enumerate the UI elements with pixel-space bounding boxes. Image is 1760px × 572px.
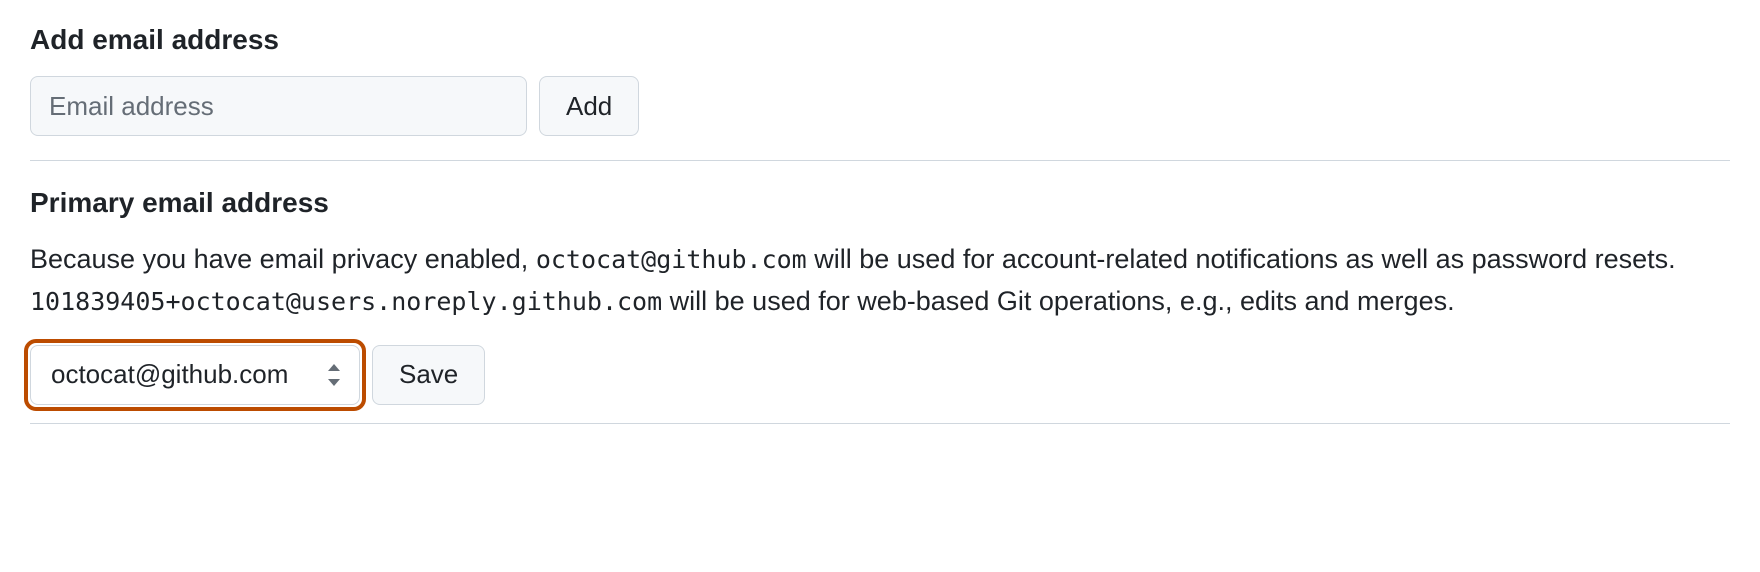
primary-email-select[interactable]: octocat@github.com [30, 345, 360, 405]
desc-text-3: will be used for web-based Git operation… [662, 286, 1454, 316]
primary-email-row: octocat@github.com Save [30, 345, 1730, 405]
email-input[interactable] [30, 76, 527, 136]
account-email-code: octocat@github.com [536, 245, 807, 274]
primary-email-selected-value: octocat@github.com [51, 359, 288, 390]
primary-email-section: Primary email address Because you have e… [30, 187, 1730, 424]
primary-email-description: Because you have email privacy enabled, … [30, 239, 1730, 323]
updown-caret-icon [325, 363, 343, 387]
add-email-section: Add email address Add [30, 24, 1730, 161]
add-button[interactable]: Add [539, 76, 639, 136]
add-email-heading: Add email address [30, 24, 1730, 56]
add-email-row: Add [30, 76, 1730, 136]
desc-text-1: Because you have email privacy enabled, [30, 244, 536, 274]
primary-email-heading: Primary email address [30, 187, 1730, 219]
noreply-email-code: 101839405+octocat@users.noreply.github.c… [30, 287, 662, 316]
desc-text-2: will be used for account-related notific… [807, 244, 1676, 274]
primary-email-select-wrap: octocat@github.com [30, 345, 360, 405]
save-button[interactable]: Save [372, 345, 485, 405]
